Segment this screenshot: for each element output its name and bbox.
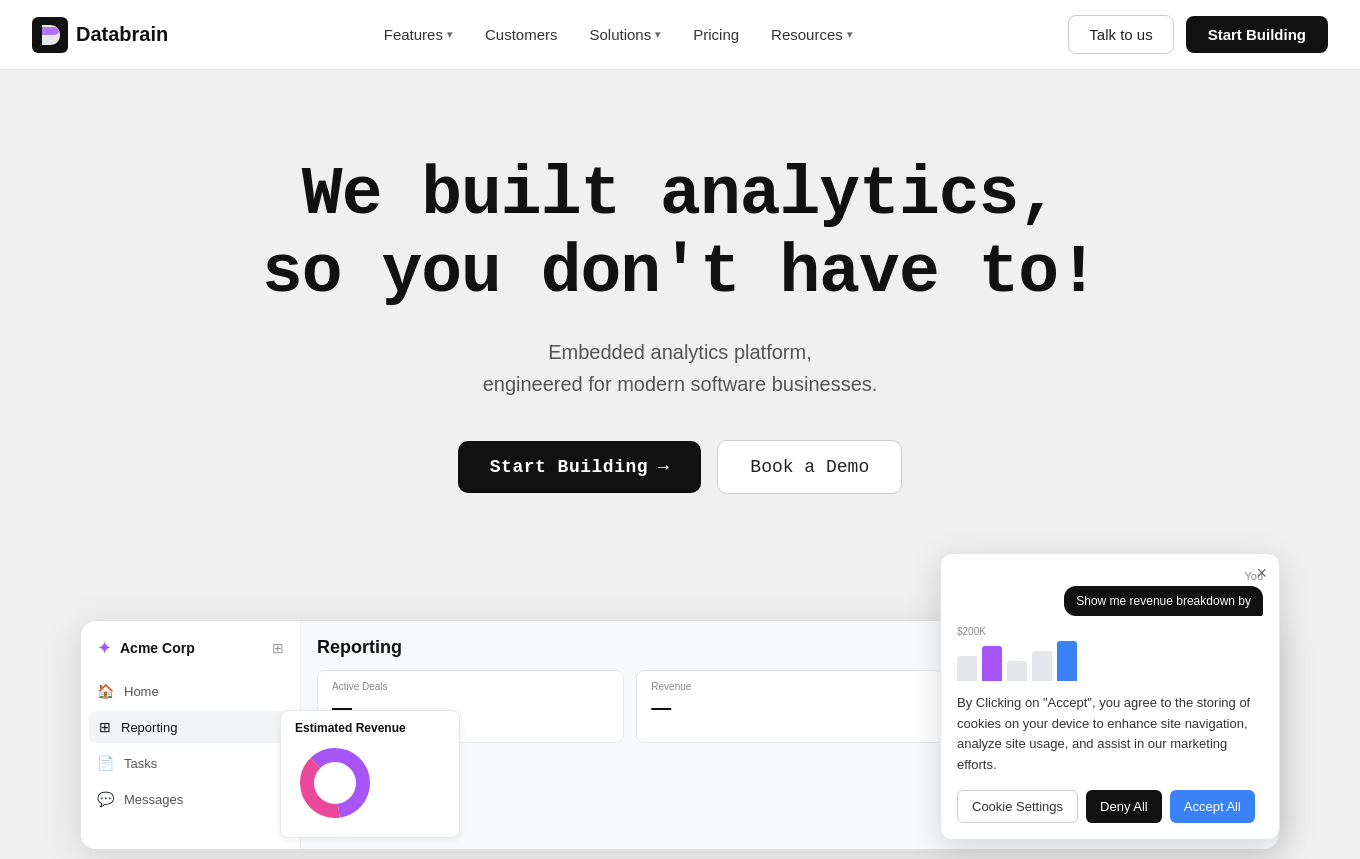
donut-chart [301,743,375,823]
nav-pricing[interactable]: Pricing [681,18,751,51]
estimated-revenue-title: Estimated Revenue [301,721,445,735]
start-building-hero-button[interactable]: Start Building → [458,441,702,493]
bar-3 [1007,661,1027,681]
revenue-card: Revenue — [636,670,943,743]
close-popup-button[interactable]: × [1256,564,1267,582]
company-name: Acme Corp [120,640,195,656]
solutions-chevron-icon: ▾ [655,28,661,41]
nav-solutions[interactable]: Solutions ▾ [578,18,674,51]
sidebar-header: ✦ Acme Corp ⊞ [81,637,300,671]
messages-icon: 💬 [97,791,114,807]
active-deals-label: Active Deals [332,681,609,692]
hero-subtitle: Embedded analytics platform, engineered … [483,336,878,400]
hero-buttons: Start Building → Book a Demo [458,440,902,494]
brand-logo-icon [32,17,68,53]
bar-4 [1032,651,1052,681]
talk-to-us-button[interactable]: Talk to us [1068,15,1173,54]
navbar: Databrain Features ▾ Customers Solutions… [0,0,1360,70]
nav-actions: Talk to us Start Building [1068,15,1328,54]
reporting-icon: ⊞ [99,719,111,735]
sidebar-item-tasks[interactable]: 📄 Tasks [81,747,300,779]
nav-features[interactable]: Features ▾ [372,18,465,51]
grid-icon: ⊞ [272,640,284,656]
bar-5 [1057,641,1077,681]
brand-logo[interactable]: Databrain [32,17,168,53]
accept-all-button[interactable]: Accept All [1170,790,1255,823]
home-icon: 🏠 [97,683,114,699]
hero-section: We built analytics, so you don't have to… [0,0,1360,620]
cookie-settings-button[interactable]: Cookie Settings [957,790,1078,823]
dashboard-sidebar: ✦ Acme Corp ⊞ 🏠 Home ⊞ Reporting 📄 Tasks… [81,621,301,849]
features-chevron-icon: ▾ [447,28,453,41]
chat-user-label: You [957,570,1263,582]
revenue-value: — [651,696,928,719]
nav-resources[interactable]: Resources ▾ [759,18,865,51]
sidebar-item-home[interactable]: 🏠 Home [81,675,300,707]
cookie-consent-text: By Clicking on "Accept", you agree to th… [957,693,1263,776]
chat-message-bubble: Show me revenue breakdown by [1064,586,1263,616]
mini-bar-chart: $200K [957,626,1263,681]
brand-name: Databrain [76,23,168,46]
sidebar-item-messages[interactable]: 💬 Messages [81,783,300,815]
sidebar-item-reporting[interactable]: ⊞ Reporting [89,711,292,743]
nav-customers[interactable]: Customers [473,18,570,51]
book-demo-button[interactable]: Book a Demo [717,440,902,494]
bar-chart-label: $200K [957,626,1263,637]
bar-2 [982,646,1002,681]
start-building-nav-button[interactable]: Start Building [1186,16,1328,53]
resources-chevron-icon: ▾ [847,28,853,41]
deny-all-button[interactable]: Deny All [1086,790,1162,823]
revenue-label: Revenue [651,681,928,692]
bar-chart-bars [957,641,1263,681]
bar-1 [957,656,977,681]
tasks-icon: 📄 [97,755,114,771]
company-logo-row: ✦ Acme Corp [97,637,195,659]
nav-links: Features ▾ Customers Solutions ▾ Pricing… [372,18,865,51]
estimated-revenue-card: Estimated Revenue [301,710,460,838]
cookie-actions: Cookie Settings Deny All Accept All [957,790,1263,823]
company-star-icon: ✦ [97,637,112,659]
preview-section: ✦ Acme Corp ⊞ 🏠 Home ⊞ Reporting 📄 Tasks… [0,620,1360,859]
hero-title: We built analytics, so you don't have to… [262,156,1098,312]
cookie-consent-popup: × You Show me revenue breakdown by $200K… [940,553,1280,840]
